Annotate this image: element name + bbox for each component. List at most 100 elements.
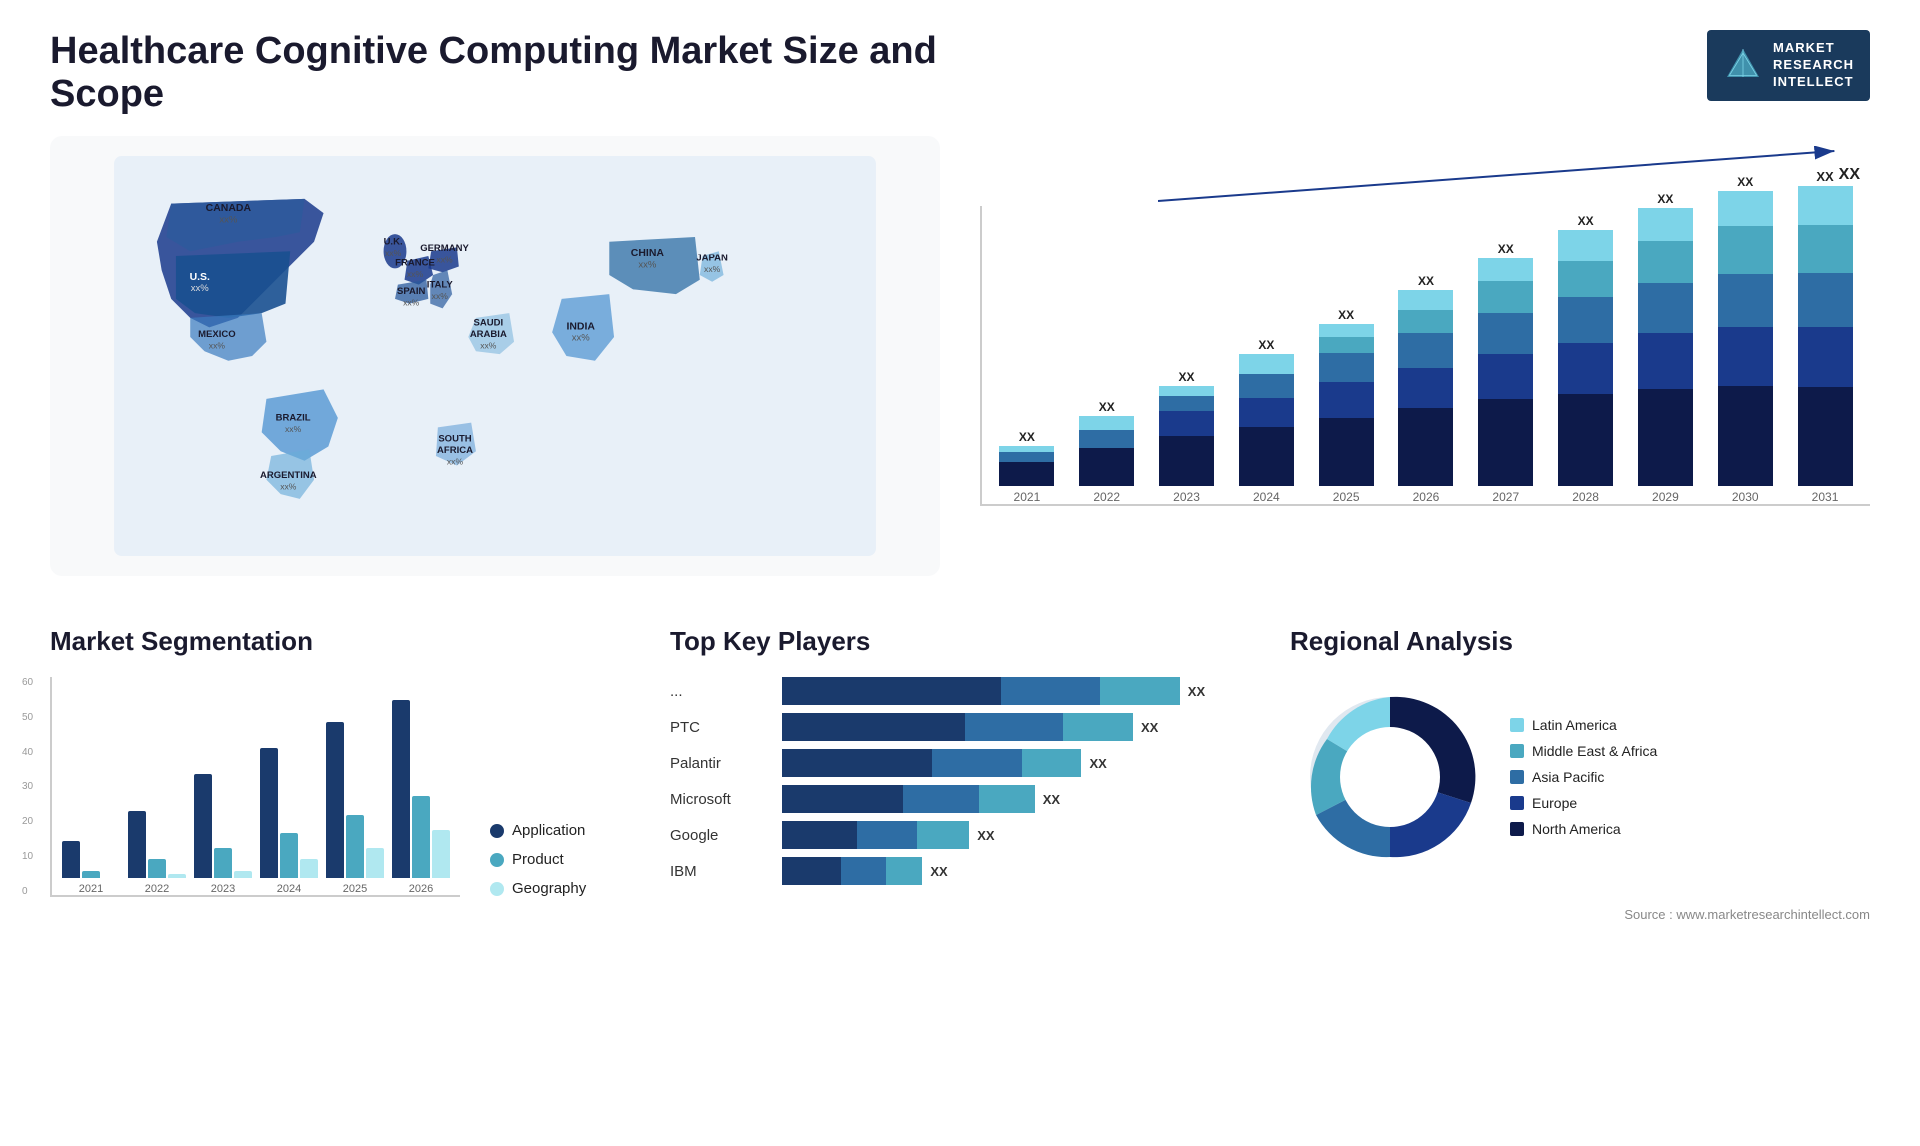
legend-color-apac <box>1510 770 1524 784</box>
legend-label-na: North America <box>1532 821 1621 837</box>
legend-dot-geography <box>490 882 504 896</box>
svg-text:xx%: xx% <box>436 255 453 265</box>
svg-text:BRAZIL: BRAZIL <box>276 413 311 424</box>
legend-mea: Middle East & Africa <box>1510 743 1657 759</box>
key-players-section: Top Key Players ... XX PTC <box>670 626 1250 922</box>
player-name-google: Google <box>670 827 770 844</box>
bar-2028: XX 2028 <box>1551 214 1621 504</box>
donut-chart-svg <box>1290 677 1490 877</box>
seg-legend: Application Product Geography <box>480 822 586 897</box>
players-list: ... XX PTC <box>670 677 1250 885</box>
svg-text:xx%: xx% <box>480 340 497 350</box>
svg-text:xx%: xx% <box>191 283 210 294</box>
bar-2025: XX 2025 <box>1311 308 1381 504</box>
player-name-palantir: Palantir <box>670 755 770 772</box>
player-row-ibm: IBM XX <box>670 857 1250 885</box>
svg-text:AFRICA: AFRICA <box>437 445 473 456</box>
svg-text:ARABIA: ARABIA <box>470 329 507 340</box>
player-bar-wrap-google: XX <box>782 821 1250 849</box>
legend-dot-product <box>490 853 504 867</box>
bar-chart-section: XX XX 2021 XX <box>980 136 1870 576</box>
segmentation-title: Market Segmentation <box>50 626 630 657</box>
player-bar-wrap-ptc: XX <box>782 713 1250 741</box>
seg-bar-group-2024: 2024 <box>260 748 318 895</box>
svg-text:xx%: xx% <box>407 269 424 279</box>
svg-text:CHINA: CHINA <box>631 248 665 259</box>
seg-chart-area: 0 10 20 30 40 50 60 <box>50 677 630 897</box>
player-bar-wrap-microsoft: XX <box>782 785 1250 813</box>
seg-bar-group-2022: 2022 <box>128 811 186 895</box>
player-name-dots: ... <box>670 683 770 700</box>
legend-north-america: North America <box>1510 821 1657 837</box>
svg-text:xx%: xx% <box>572 333 591 344</box>
svg-text:JAPAN: JAPAN <box>696 253 728 264</box>
legend-label-geography: Geography <box>512 880 586 897</box>
seg-chart-wrap: 0 10 20 30 40 50 60 <box>50 677 460 897</box>
seg-bar-group-2023: 2023 <box>194 774 252 895</box>
market-segmentation-section: Market Segmentation 0 10 20 30 40 50 60 <box>50 626 630 922</box>
key-players-title: Top Key Players <box>670 626 1250 657</box>
logo-icon <box>1723 45 1763 85</box>
player-name-ptc: PTC <box>670 719 770 736</box>
page-title: Healthcare Cognitive Computing Market Si… <box>50 30 950 116</box>
legend-label-europe: Europe <box>1532 795 1577 811</box>
legend-color-latin <box>1510 718 1524 732</box>
seg-bar-group-2021: 2021 <box>62 841 120 895</box>
svg-text:MEXICO: MEXICO <box>198 329 236 340</box>
svg-text:SPAIN: SPAIN <box>397 286 426 297</box>
svg-text:ITALY: ITALY <box>427 279 454 290</box>
svg-text:INDIA: INDIA <box>566 321 595 332</box>
player-row-palantir: Palantir XX <box>670 749 1250 777</box>
svg-text:FRANCE: FRANCE <box>395 258 435 269</box>
donut-section: Latin America Middle East & Africa Asia … <box>1290 677 1870 877</box>
legend-label-mea: Middle East & Africa <box>1532 743 1657 759</box>
legend-dot-application <box>490 824 504 838</box>
bar-2027: XX 2027 <box>1471 242 1541 504</box>
svg-text:xx%: xx% <box>385 248 402 258</box>
bar-2024: XX 2024 <box>1231 338 1301 504</box>
player-row-ptc: PTC XX <box>670 713 1250 741</box>
svg-text:xx%: xx% <box>219 215 238 226</box>
legend-latin-america: Latin America <box>1510 717 1657 733</box>
main-grid: CANADA xx% U.S. xx% MEXICO xx% BRAZIL xx… <box>50 136 1870 606</box>
svg-text:CANADA: CANADA <box>206 203 252 214</box>
bar-2023: XX 2023 <box>1152 370 1222 504</box>
legend-item-application: Application <box>490 822 586 839</box>
svg-text:GERMANY: GERMANY <box>420 243 469 254</box>
svg-text:ARGENTINA: ARGENTINA <box>260 470 317 481</box>
bar-2026: XX 2026 <box>1391 274 1461 504</box>
svg-text:xx%: xx% <box>285 424 302 434</box>
svg-text:xx%: xx% <box>403 298 420 308</box>
seg-bar-group-2025: 2025 <box>326 722 384 895</box>
bar-2029: XX 2029 <box>1631 192 1701 504</box>
player-bar-wrap-palantir: XX <box>782 749 1250 777</box>
legend-color-europe <box>1510 796 1524 810</box>
svg-text:xx%: xx% <box>447 457 464 467</box>
regional-section: Regional Analysis <box>1290 626 1870 922</box>
svg-text:SOUTH: SOUTH <box>438 434 471 445</box>
page-header: Healthcare Cognitive Computing Market Si… <box>50 30 1870 116</box>
legend-label-latin: Latin America <box>1532 717 1617 733</box>
logo-text: MARKET RESEARCH INTELLECT <box>1773 40 1854 91</box>
bar-2030: XX 2030 <box>1710 175 1780 504</box>
player-bar-wrap-dots: XX <box>782 677 1250 705</box>
bar-2031: XX 2031 <box>1790 169 1860 504</box>
player-name-microsoft: Microsoft <box>670 791 770 808</box>
world-map-svg: CANADA xx% U.S. xx% MEXICO xx% BRAZIL xx… <box>70 156 920 556</box>
legend-item-geography: Geography <box>490 880 586 897</box>
svg-text:xx%: xx% <box>280 481 297 491</box>
svg-text:xx%: xx% <box>704 264 721 274</box>
bar-2021: XX 2021 <box>992 430 1062 504</box>
legend-item-product: Product <box>490 851 586 868</box>
seg-bar-group-2026: 2026 <box>392 700 450 895</box>
svg-text:U.K.: U.K. <box>384 237 403 248</box>
regional-title: Regional Analysis <box>1290 626 1870 657</box>
legend-apac: Asia Pacific <box>1510 769 1657 785</box>
bottom-grid: Market Segmentation 0 10 20 30 40 50 60 <box>50 626 1870 922</box>
svg-text:xx%: xx% <box>432 291 449 301</box>
player-bar-wrap-ibm: XX <box>782 857 1250 885</box>
svg-text:SAUDI: SAUDI <box>474 318 504 329</box>
svg-text:xx%: xx% <box>638 259 657 270</box>
player-row-google: Google XX <box>670 821 1250 849</box>
source-text: Source : www.marketresearchintellect.com <box>1290 907 1870 922</box>
